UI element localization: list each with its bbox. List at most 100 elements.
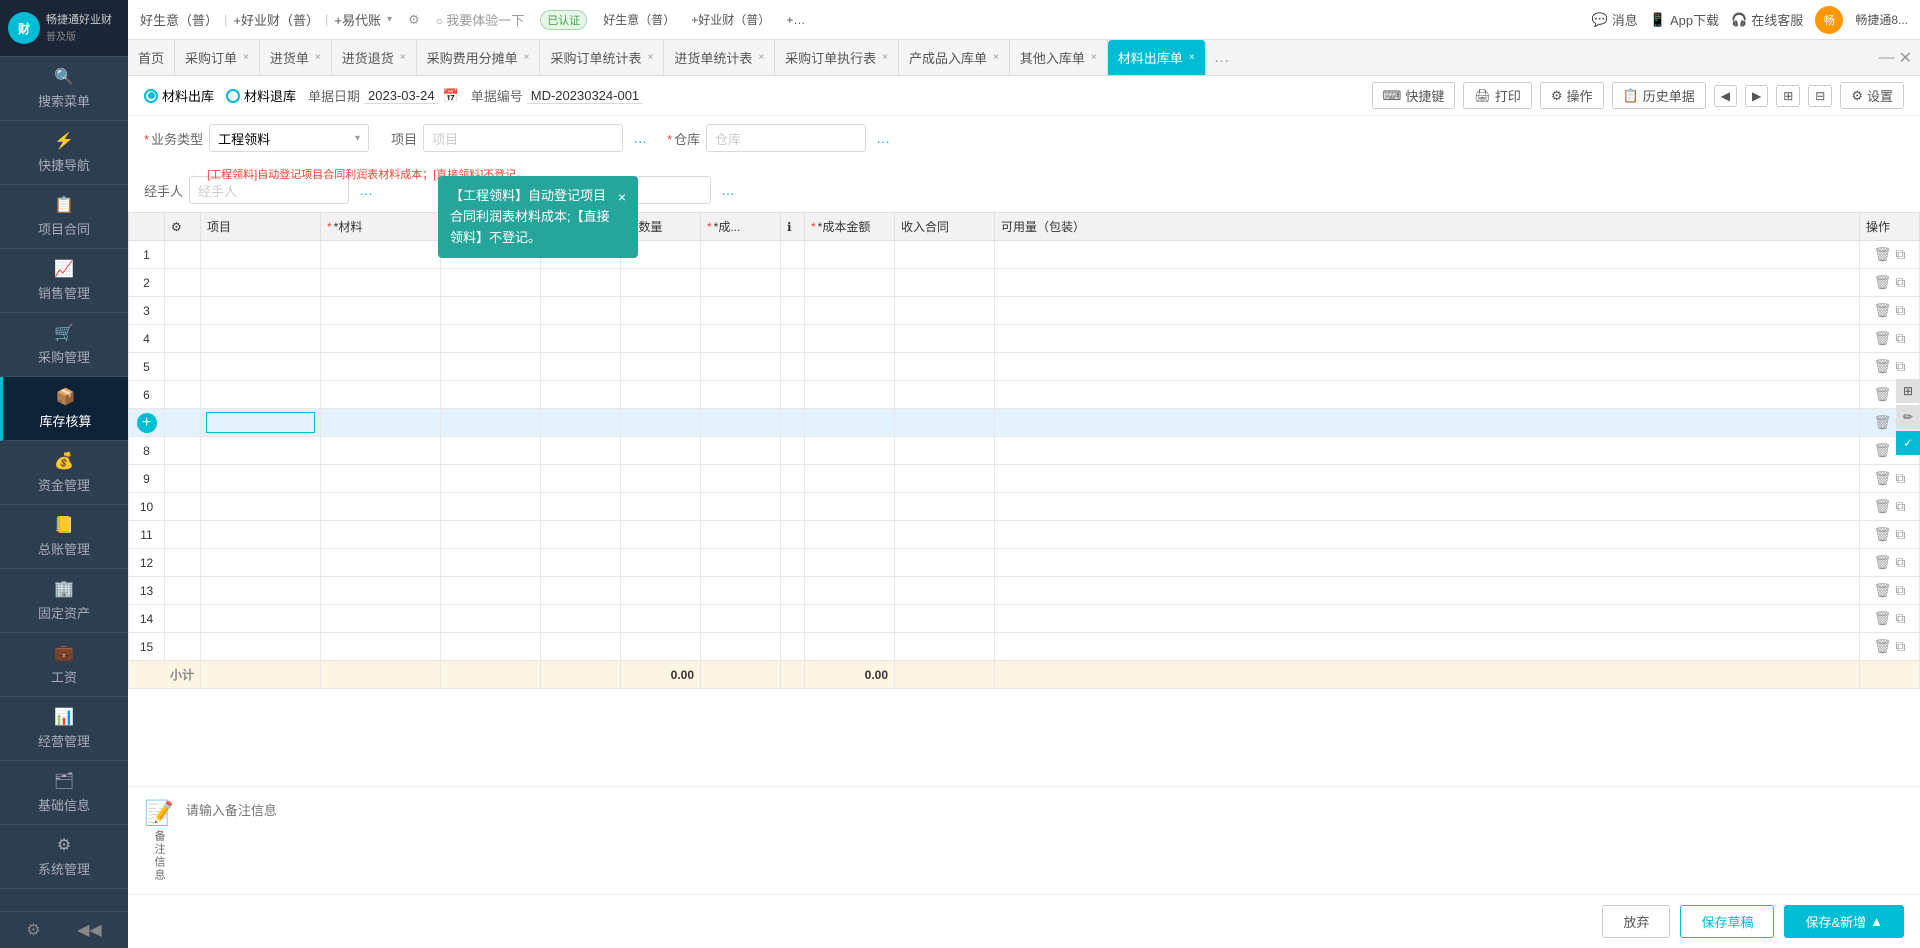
settings-btn[interactable]: ⚙ 设置 <box>1840 82 1904 109</box>
delete-icon[interactable]: 🗑 <box>1874 274 1892 291</box>
handler-more-btn[interactable]: … <box>355 182 377 198</box>
tab-purchase-expense-close[interactable]: × <box>524 52 530 63</box>
tab-purchase-stats[interactable]: 采购订单统计表 × <box>540 40 664 76</box>
discard-button[interactable]: 放弃 <box>1602 905 1670 938</box>
sidebar-item-system[interactable]: ⚙ 系统管理 <box>0 825 128 889</box>
nav-right-good-finance[interactable]: +好业财（普） <box>691 11 770 28</box>
window-close-btn[interactable]: ✕ <box>1899 48 1912 68</box>
layout-list-btn[interactable]: ⊟ <box>1808 85 1832 107</box>
copy-icon[interactable]: ⧉ <box>1895 330 1905 347</box>
experience-link[interactable]: ○ 我要体验一下 <box>436 10 525 29</box>
tab-purchase-exec-close[interactable]: × <box>882 52 888 63</box>
biz-type-select[interactable]: 工程领料 ▾ <box>209 124 369 152</box>
delete-icon[interactable]: 🗑 <box>1874 330 1892 347</box>
delete-icon[interactable]: 🗑 <box>1874 470 1892 487</box>
tab-incoming-return-close[interactable]: × <box>400 52 406 63</box>
sidebar-item-search[interactable]: 🔍 搜索菜单 <box>0 57 128 121</box>
project-more-btn[interactable]: … <box>629 130 651 146</box>
user-avatar[interactable]: 畅 <box>1815 6 1843 34</box>
delete-icon[interactable]: 🗑 <box>1874 526 1892 543</box>
save-new-button[interactable]: 保存&新增 ▲ <box>1784 905 1904 938</box>
delete-icon[interactable]: 🗑 <box>1874 610 1892 627</box>
copy-icon[interactable]: ⧉ <box>1895 302 1905 319</box>
layout-grid-btn[interactable]: ⊞ <box>1776 85 1800 107</box>
delete-icon[interactable]: 🗑 <box>1874 302 1892 319</box>
nav-right-good-business[interactable]: 好生意（普） <box>603 11 675 28</box>
copy-icon[interactable]: ⧉ <box>1895 498 1905 515</box>
collapse-button[interactable]: ◀◀ <box>77 920 102 940</box>
income-contract-more-btn[interactable]: … <box>717 182 739 198</box>
copy-icon[interactable]: ⧉ <box>1895 610 1905 627</box>
tab-incoming[interactable]: 进货单 × <box>260 40 332 76</box>
side-tool-3[interactable]: ✓ <box>1896 431 1920 455</box>
copy-icon[interactable]: ⧉ <box>1895 526 1905 543</box>
side-tool-1[interactable]: ⊞ <box>1896 379 1920 403</box>
copy-icon[interactable]: ⧉ <box>1895 554 1905 571</box>
warehouse-select[interactable]: 仓库 <box>706 124 866 152</box>
tab-home[interactable]: 首页 <box>128 40 175 76</box>
customer-service-btn[interactable]: 🎧 在线客服 <box>1731 10 1803 29</box>
delete-icon[interactable]: 🗑 <box>1874 638 1892 655</box>
tab-purchase-stats-close[interactable]: × <box>647 52 653 63</box>
sidebar-item-quicknav[interactable]: ⚡ 快捷导航 <box>0 121 128 185</box>
tab-material-out-close[interactable]: × <box>1189 52 1195 63</box>
add-row-btn[interactable]: + <box>137 413 157 433</box>
tab-purchase-exec[interactable]: 采购订单执行表 × <box>775 40 899 76</box>
col-header-cost-info[interactable]: ℹ <box>781 213 805 241</box>
tab-purchase-expense[interactable]: 采购费用分摊单 × <box>417 40 541 76</box>
sidebar-item-ops[interactable]: 📊 经营管理 <box>0 697 128 761</box>
row7-material-input[interactable] <box>327 413 434 432</box>
copy-icon[interactable]: ⧉ <box>1895 582 1905 599</box>
tab-incoming-return[interactable]: 进货退货 × <box>332 40 417 76</box>
delete-icon[interactable]: 🗑 <box>1874 246 1892 263</box>
copy-icon[interactable]: ⧉ <box>1895 358 1905 375</box>
tab-product-in[interactable]: 产成品入库单 × <box>899 40 1010 76</box>
tab-incoming-stats-close[interactable]: × <box>758 52 764 63</box>
nav-good-finance[interactable]: +好业财（普） <box>233 10 319 29</box>
num-value[interactable]: MD-20230324-001 <box>527 88 643 104</box>
notes-input[interactable] <box>182 799 1904 822</box>
radio-material-out[interactable]: 材料出库 <box>144 86 214 105</box>
next-btn[interactable]: ▶ <box>1745 85 1768 107</box>
print-btn[interactable]: 🖨 打印 <box>1463 82 1532 109</box>
row7-project-input[interactable] <box>207 413 314 432</box>
sidebar-item-basic[interactable]: 🗂 基础信息 <box>0 761 128 825</box>
tab-product-in-close[interactable]: × <box>993 52 999 63</box>
delete-icon[interactable]: 🗑 <box>1874 386 1892 403</box>
message-btn[interactable]: 💬 消息 <box>1592 10 1638 29</box>
sidebar-item-sales[interactable]: 📈 销售管理 <box>0 249 128 313</box>
tab-purchase-order[interactable]: 采购订单 × <box>175 40 260 76</box>
nav-good-business[interactable]: 好生意（普） <box>140 10 218 29</box>
app-download-btn[interactable]: 📱 App下载 <box>1650 10 1719 29</box>
settings-button[interactable]: ⚙ <box>26 920 40 940</box>
tab-more-btn[interactable]: … <box>1206 40 1238 76</box>
sidebar-item-finance[interactable]: 💰 资金管理 <box>0 441 128 505</box>
prev-btn[interactable]: ◀ <box>1714 85 1737 107</box>
tab-other-in[interactable]: 其他入库单 × <box>1010 40 1108 76</box>
sidebar-item-purchase[interactable]: 🛒 采购管理 <box>0 313 128 377</box>
save-draft-button[interactable]: 保存草稿 <box>1680 905 1774 938</box>
copy-icon[interactable]: ⧉ <box>1895 638 1905 655</box>
sidebar-item-salary[interactable]: 💼 工资 <box>0 633 128 697</box>
nav-agency[interactable]: +易代账 <box>334 10 381 29</box>
side-tool-2[interactable]: ✏ <box>1896 405 1920 429</box>
delete-icon[interactable]: 🗑 <box>1874 554 1892 571</box>
copy-icon[interactable]: ⧉ <box>1895 246 1905 263</box>
tab-other-in-close[interactable]: × <box>1091 52 1097 63</box>
tooltip-close-btn[interactable]: × <box>618 186 626 208</box>
sidebar-item-assets[interactable]: 🏢 固定资产 <box>0 569 128 633</box>
delete-icon[interactable]: 🗑 <box>1874 358 1892 375</box>
tab-material-out[interactable]: 材料出库单 × <box>1108 40 1206 76</box>
project-select[interactable]: 项目 <box>423 124 623 152</box>
sidebar-item-project[interactable]: 📋 项目合同 <box>0 185 128 249</box>
copy-icon[interactable]: ⧉ <box>1895 274 1905 291</box>
sidebar-item-inventory[interactable]: 📦 库存核算 <box>0 377 128 441</box>
delete-icon[interactable]: 🗑 <box>1874 498 1892 515</box>
nav-right-plus[interactable]: +… <box>786 13 805 27</box>
warehouse-more-btn[interactable]: … <box>872 130 894 146</box>
col-header-settings[interactable]: ⚙ <box>165 213 201 241</box>
tab-incoming-stats[interactable]: 进货单统计表 × <box>664 40 775 76</box>
sidebar-item-ledger[interactable]: 📒 总账管理 <box>0 505 128 569</box>
copy-icon[interactable]: ⧉ <box>1895 470 1905 487</box>
settings-icon[interactable]: ⚙ <box>408 12 420 28</box>
